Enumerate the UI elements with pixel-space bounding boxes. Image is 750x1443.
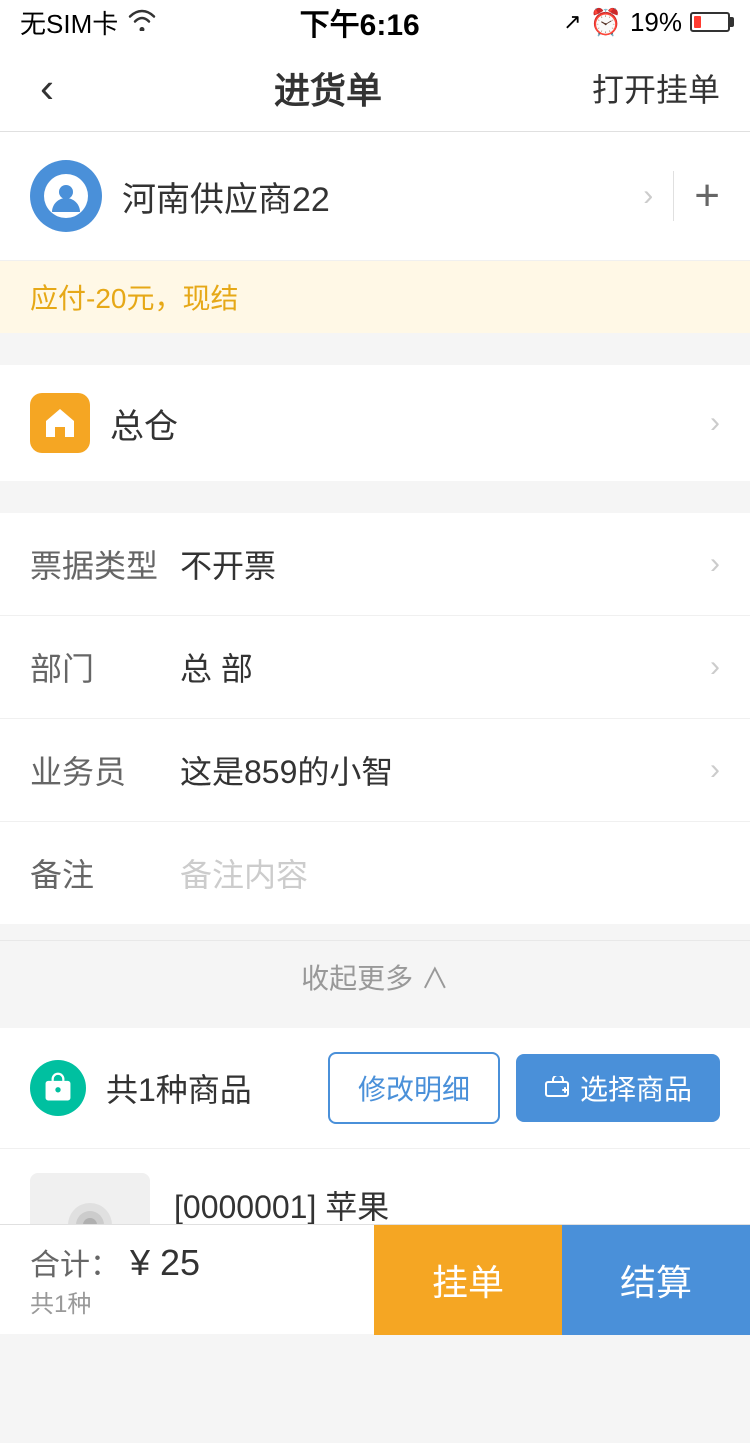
checkout-button[interactable]: 结算 (562, 1225, 750, 1335)
supplier-divider (673, 171, 674, 221)
salesperson-label: 业务员 (30, 747, 170, 793)
remark-label: 备注 (30, 850, 170, 896)
edit-detail-button[interactable]: 修改明细 (328, 1052, 500, 1124)
product-code: [0000001] (174, 1189, 325, 1225)
add-supplier-button[interactable]: + (694, 171, 720, 221)
wifi-icon (128, 7, 156, 38)
products-count: 共1种商品 (106, 1065, 328, 1111)
invoice-row[interactable]: 票据类型 不开票 › (0, 513, 750, 616)
supplier-row[interactable]: 河南供应商22 › + (0, 132, 750, 261)
nav-bar: ‹ 进货单 打开挂单 (0, 44, 750, 132)
carrier-label: 无SIM卡 (20, 4, 118, 41)
department-row[interactable]: 部门 总 部 › (0, 616, 750, 719)
back-button[interactable]: ‹ (30, 54, 64, 122)
total-count: 共1种 (30, 1284, 344, 1319)
invoice-chevron-icon: › (710, 547, 720, 581)
collapse-button[interactable]: 收起更多 ∧ (0, 940, 750, 1012)
status-bar-right: ↗ ⏰ 19% (563, 7, 730, 38)
total-amount: 合计： ¥ 25 (30, 1240, 344, 1284)
bottom-bar: 合计： ¥ 25 共1种 挂单 结算 (0, 1224, 750, 1334)
select-product-button[interactable]: 选择商品 (516, 1054, 720, 1122)
warehouse-chevron-icon: › (710, 406, 720, 440)
invoice-value: 不开票 (170, 541, 700, 587)
supplier-avatar (30, 160, 102, 232)
status-bar-time: 下午6:16 (300, 0, 420, 44)
battery-icon (690, 12, 730, 32)
warehouse-name: 总仓 (110, 399, 700, 448)
remark-row[interactable]: 备注 备注内容 (0, 822, 750, 924)
warehouse-icon (30, 393, 90, 453)
salesperson-row[interactable]: 业务员 这是859的小智 › (0, 719, 750, 822)
status-bar-left: 无SIM卡 (20, 4, 156, 41)
supplier-warning: 应付-20元，现结 (0, 261, 750, 333)
select-product-label: 选择商品 (580, 1068, 692, 1108)
department-value: 总 部 (170, 644, 700, 690)
location-icon: ↗ (563, 9, 581, 35)
battery-percent: 19% (630, 7, 682, 38)
remark-input[interactable]: 备注内容 (170, 850, 720, 896)
total-section: 合计： ¥ 25 共1种 (0, 1240, 374, 1319)
product-title: 苹果 (325, 1189, 389, 1225)
salesperson-chevron-icon: › (710, 753, 720, 787)
supplier-name: 河南供应商22 (122, 172, 633, 221)
products-header: 共1种商品 修改明细 选择商品 (0, 1028, 750, 1149)
supplier-section: 河南供应商22 › + 应付-20元，现结 (0, 132, 750, 333)
alarm-icon: ⏰ (590, 7, 622, 38)
salesperson-value: 这是859的小智 (170, 747, 700, 793)
form-section: 票据类型 不开票 › 部门 总 部 › 业务员 这是859的小智 › 备注 备注… (0, 513, 750, 924)
open-hold-button[interactable]: 打开挂单 (592, 65, 720, 111)
page-title: 进货单 (274, 62, 382, 114)
total-label: 合计： (30, 1249, 120, 1282)
total-value: ¥ 25 (130, 1242, 200, 1283)
status-bar: 无SIM卡 下午6:16 ↗ ⏰ 19% (0, 0, 750, 44)
department-chevron-icon: › (710, 650, 720, 684)
product-name: [0000001] 苹果 (174, 1182, 640, 1228)
products-icon (30, 1060, 86, 1116)
collapse-label: 收起更多 ∧ (301, 957, 449, 997)
hold-button[interactable]: 挂单 (374, 1225, 562, 1335)
supplier-chevron-icon: › (643, 179, 653, 213)
warehouse-section: 总仓 › (0, 365, 750, 481)
cart-icon (544, 1076, 572, 1100)
department-label: 部门 (30, 644, 170, 690)
invoice-label: 票据类型 (30, 541, 170, 587)
warehouse-row[interactable]: 总仓 › (0, 365, 750, 481)
